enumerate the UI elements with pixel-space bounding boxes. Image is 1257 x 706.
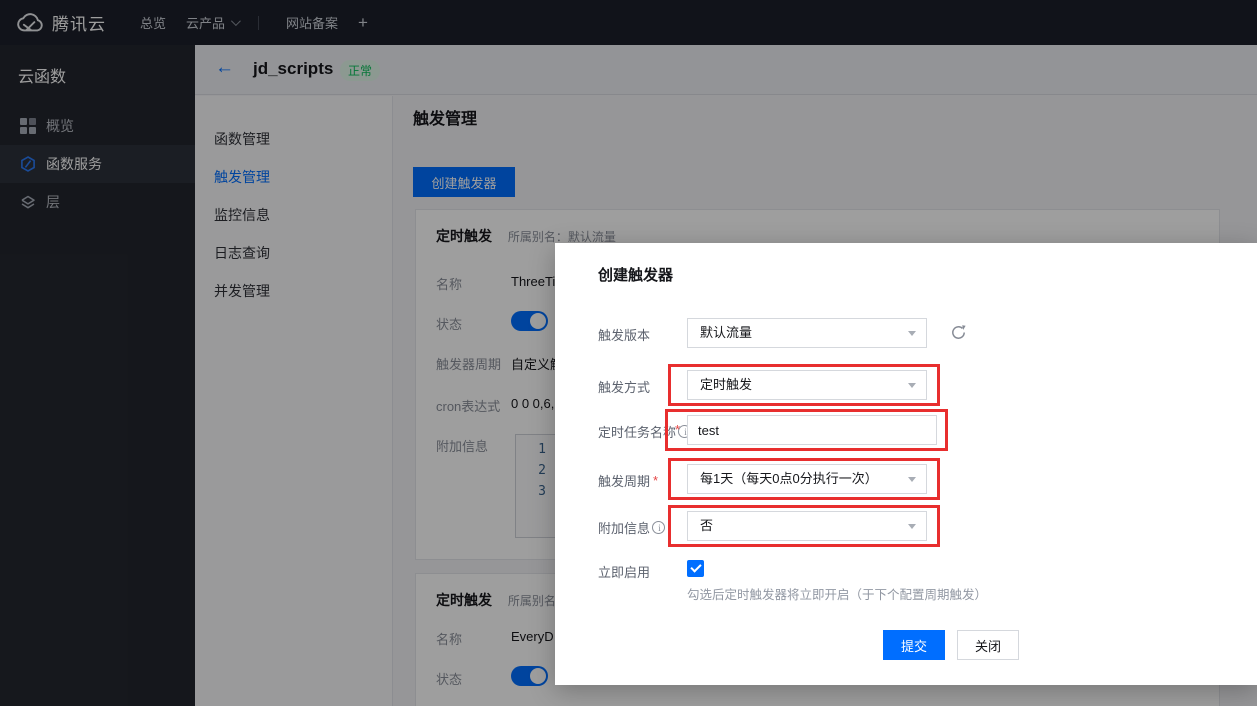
submit-button[interactable]: 提交 [883, 630, 945, 660]
trigger-method-label: 触发方式 [598, 377, 650, 396]
extra-info-select[interactable]: 否 [687, 511, 927, 541]
trigger-version-label: 触发版本 [598, 325, 650, 344]
trigger-period-select[interactable]: 每1天（每天0点0分执行一次） [687, 464, 927, 494]
extra-info-label: 附加信息 [598, 518, 665, 537]
caret-down-icon [908, 331, 916, 336]
enable-now-label: 立即启用 [598, 562, 650, 581]
enable-now-checkbox[interactable] [687, 560, 704, 577]
caret-down-icon [908, 477, 916, 482]
caret-down-icon [908, 383, 916, 388]
close-button[interactable]: 关闭 [957, 630, 1019, 660]
task-name-input[interactable] [687, 415, 937, 445]
dialog-title: 创建触发器 [598, 264, 673, 285]
trigger-version-select[interactable]: 默认流量 [687, 318, 927, 348]
info-icon[interactable] [652, 521, 665, 534]
enable-now-hint: 勾选后定时触发器将立即开启（于下个配置周期触发） [687, 584, 987, 603]
caret-down-icon [908, 524, 916, 529]
create-trigger-dialog: 创建触发器 触发版本 默认流量 触发方式 定时触发 定时任务名称 * 触发周期 [555, 243, 1257, 685]
refresh-icon[interactable] [950, 324, 967, 341]
trigger-period-label: 触发周期 * [598, 471, 658, 490]
trigger-method-select[interactable]: 定时触发 [687, 370, 927, 400]
required-mark: * [675, 422, 680, 437]
app-window: 腾讯云 总览 云产品 网站备案 + 云函数 概览 函数服务 层 [0, 0, 1257, 706]
